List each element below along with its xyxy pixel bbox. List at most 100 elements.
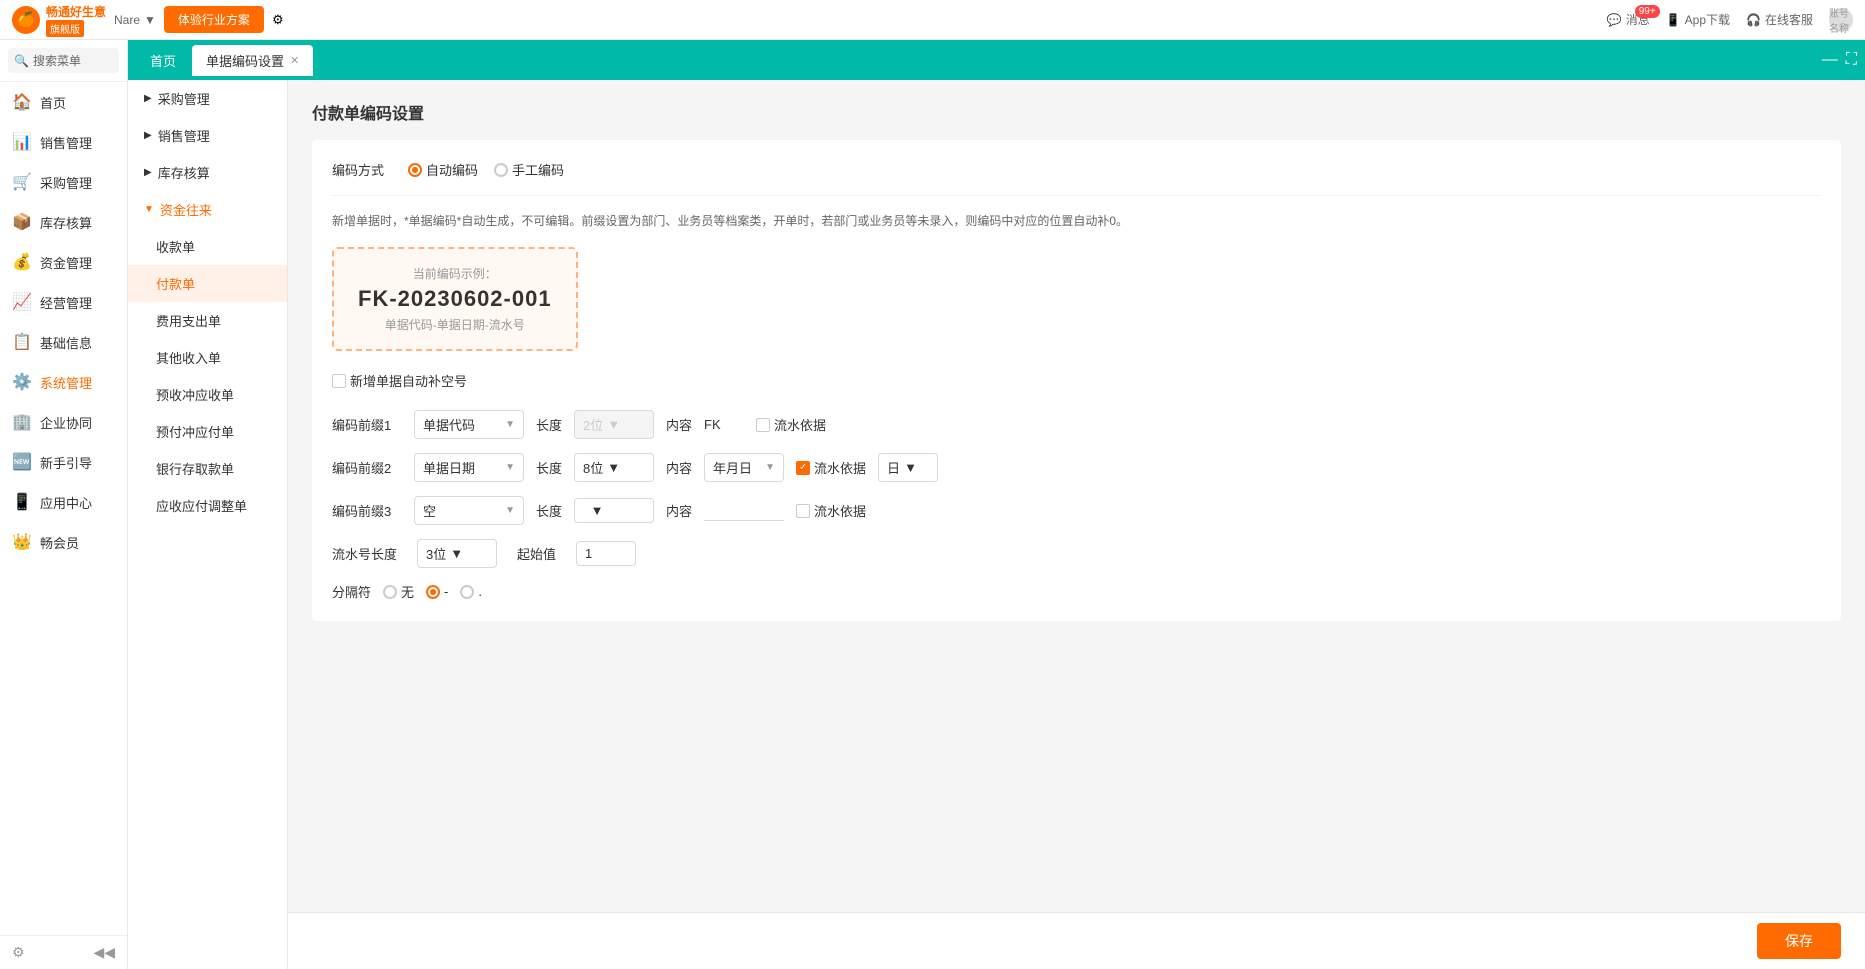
length-select-1: 2位 ▼ [574, 410, 654, 439]
tab-expand-btn[interactable]: ⛶ [1846, 51, 1857, 69]
arrow-icon: ▶ [144, 130, 152, 141]
second-menu-prepay-pay[interactable]: 预付冲应付单 [128, 413, 287, 450]
second-menu-bank-deposit[interactable]: 银行存取款单 [128, 450, 287, 487]
start-value-input[interactable] [576, 541, 636, 566]
length-select-2[interactable]: 8位 ▼ [574, 453, 654, 482]
water-unchecked-1 [756, 418, 770, 432]
trial-button[interactable]: 体验行业方案 [164, 6, 264, 33]
length-label-1: 长度 [536, 415, 562, 434]
content-input-3[interactable] [704, 501, 784, 521]
sidebar-item-capital[interactable]: 💰 资金管理 [0, 242, 127, 282]
gear-icon: ⚙ [272, 12, 284, 28]
sidebar-item-enterprise[interactable]: 🏢 企业协同 [0, 402, 127, 442]
prefix1-select[interactable]: 单据代码 ▼ [414, 410, 524, 439]
radio-auto-code[interactable]: 自动编码 [408, 160, 478, 179]
auto-fill-checkbox[interactable]: 新增单据自动补空号 [332, 371, 467, 390]
tab-bar: 首页 单据编码设置 ✕ — ⛶ [128, 40, 1865, 80]
water-checkbox-1[interactable]: 流水依据 [756, 415, 826, 434]
breadcrumb-select[interactable]: Nare ▼ [114, 13, 156, 27]
sidebar-bottom: ⚙ ◀◀ [0, 935, 127, 969]
water-checkbox-3[interactable]: 流水依据 [796, 501, 866, 520]
appcenter-icon: 📱 [12, 492, 32, 512]
start-label: 起始值 [517, 544, 556, 563]
second-menu-payment[interactable]: 付款单 [128, 265, 287, 302]
chevron-down-icon: ▼ [144, 13, 156, 27]
second-menu-receipt[interactable]: 收款单 [128, 228, 287, 265]
length-label-2: 长度 [536, 458, 562, 477]
chevron-down-icon: ▼ [505, 419, 515, 430]
sep-none[interactable]: 无 [383, 582, 414, 601]
tab-code-setting[interactable]: 单据编码设置 ✕ [192, 45, 313, 76]
length-select-3[interactable]: ▼ [574, 498, 654, 523]
prefix3-label: 编码前缀3 [332, 501, 402, 520]
sidebar-item-system[interactable]: ⚙️ 系统管理 [0, 362, 127, 402]
arrow-icon: ▶ [144, 93, 152, 104]
radio-dot-manual [494, 163, 508, 177]
service-icon: 🎧 [1746, 13, 1761, 27]
serial-length-select[interactable]: 3位 ▼ [417, 539, 497, 568]
save-button[interactable]: 保存 [1757, 923, 1841, 959]
sidebar-item-purchase[interactable]: 🛒 采购管理 [0, 162, 127, 202]
serial-length-label: 流水号长度 [332, 544, 397, 563]
sidebar-item-operation[interactable]: 📈 经营管理 [0, 282, 127, 322]
day-select-2[interactable]: 日 ▼ [878, 453, 938, 482]
tab-close-icon[interactable]: ✕ [290, 54, 299, 67]
water-checked-2: ✓ [796, 461, 810, 475]
second-menu-other-income[interactable]: 其他收入单 [128, 339, 287, 376]
sidebar-item-home[interactable]: 🏠 首页 [0, 82, 127, 122]
sidebar: 🔍 搜索菜单 🏠 首页 📊 销售管理 🛒 采购管理 📦 库存核算 💰 [0, 40, 128, 969]
radio-dot-sep-none [383, 585, 397, 599]
code-method-label: 编码方式 [332, 160, 384, 179]
chevron-down-icon: ▼ [450, 546, 463, 561]
second-menu-expense[interactable]: 费用支出单 [128, 302, 287, 339]
tab-home[interactable]: 首页 [136, 45, 190, 76]
second-menu-capital[interactable]: ▼ 资金往来 [128, 191, 287, 228]
capital-icon: 💰 [12, 252, 32, 272]
app-download-btn[interactable]: 📱 App下载 [1666, 11, 1730, 28]
message-btn[interactable]: 💬 消息 99+ [1607, 11, 1650, 28]
avatar[interactable]: 账号名称 [1829, 8, 1853, 32]
sidebar-item-appcenter[interactable]: 📱 应用中心 [0, 482, 127, 522]
inventory-icon: 📦 [12, 212, 32, 232]
radio-dot-sep-dot [460, 585, 474, 599]
sidebar-item-inventory[interactable]: 📦 库存核算 [0, 202, 127, 242]
tab-minimize-btn[interactable]: — [1822, 51, 1838, 69]
top-bar: 🍊 畅通好生意 旗舰版 Nare ▼ 体验行业方案 ⚙ 💬 消息 99+ 📱 A… [0, 0, 1865, 40]
content-select-2[interactable]: 年月日 ▼ [704, 453, 784, 482]
sidebar-item-member[interactable]: 👑 畅会员 [0, 522, 127, 562]
preview-desc: 单据代码-单据日期-流水号 [358, 316, 552, 333]
chevron-down-icon: ▼ [505, 462, 515, 473]
sep-dot[interactable]: . [460, 584, 482, 599]
chevron-down-icon: ▼ [607, 460, 620, 475]
radio-manual-code[interactable]: 手工编码 [494, 160, 564, 179]
sidebar-item-basic[interactable]: 📋 基础信息 [0, 322, 127, 362]
second-menu-purchase[interactable]: ▶ 采购管理 [128, 80, 287, 117]
second-sidebar: ▶ 采购管理 ▶ 销售管理 ▶ 库存核算 ▼ 资金往来 收款单 [128, 80, 288, 969]
search-menu-btn[interactable]: 🔍 搜索菜单 [8, 48, 119, 73]
radio-dot-sep-hyphen [426, 585, 440, 599]
settings-bottom-icon[interactable]: ⚙ [12, 944, 25, 961]
settings-icon-btn[interactable]: ⚙ [272, 12, 284, 28]
second-menu-prepay-recv[interactable]: 预收冲应收单 [128, 376, 287, 413]
online-service-btn[interactable]: 🎧 在线客服 [1746, 11, 1813, 28]
top-bar-right: 💬 消息 99+ 📱 App下载 🎧 在线客服 账号名称 [1607, 8, 1853, 32]
second-menu-inventory[interactable]: ▶ 库存核算 [128, 154, 287, 191]
second-menu-ar-ap[interactable]: 应收应付调整单 [128, 487, 287, 524]
prefix2-label: 编码前缀2 [332, 458, 402, 477]
second-menu-sales[interactable]: ▶ 销售管理 [128, 117, 287, 154]
content-area: 付款单编码设置 编码方式 自动编码 [288, 80, 1865, 969]
sidebar-item-sales[interactable]: 📊 销售管理 [0, 122, 127, 162]
form-row-prefix2: 编码前缀2 单据日期 ▼ 长度 8位 ▼ 内容 [332, 453, 1821, 482]
form-row-prefix1: 编码前缀1 单据代码 ▼ 长度 2位 ▼ 内容 FK [332, 410, 1821, 439]
sidebar-menu: 🏠 首页 📊 销售管理 🛒 采购管理 📦 库存核算 💰 资金管理 📈 经 [0, 82, 127, 935]
logo-icon: 🍊 [12, 6, 40, 34]
sidebar-item-guide[interactable]: 🆕 新手引导 [0, 442, 127, 482]
code-method-row: 编码方式 自动编码 手工编码 [332, 160, 1821, 196]
arrow-icon: ▶ [144, 167, 152, 178]
water-checkbox-2[interactable]: ✓ 流水依据 [796, 458, 866, 477]
prefix3-select[interactable]: 空 ▼ [414, 496, 524, 525]
sep-hyphen[interactable]: - [426, 584, 448, 599]
purchase-icon: 🛒 [12, 172, 32, 192]
prefix2-select[interactable]: 单据日期 ▼ [414, 453, 524, 482]
collapse-icon[interactable]: ◀◀ [93, 944, 115, 961]
